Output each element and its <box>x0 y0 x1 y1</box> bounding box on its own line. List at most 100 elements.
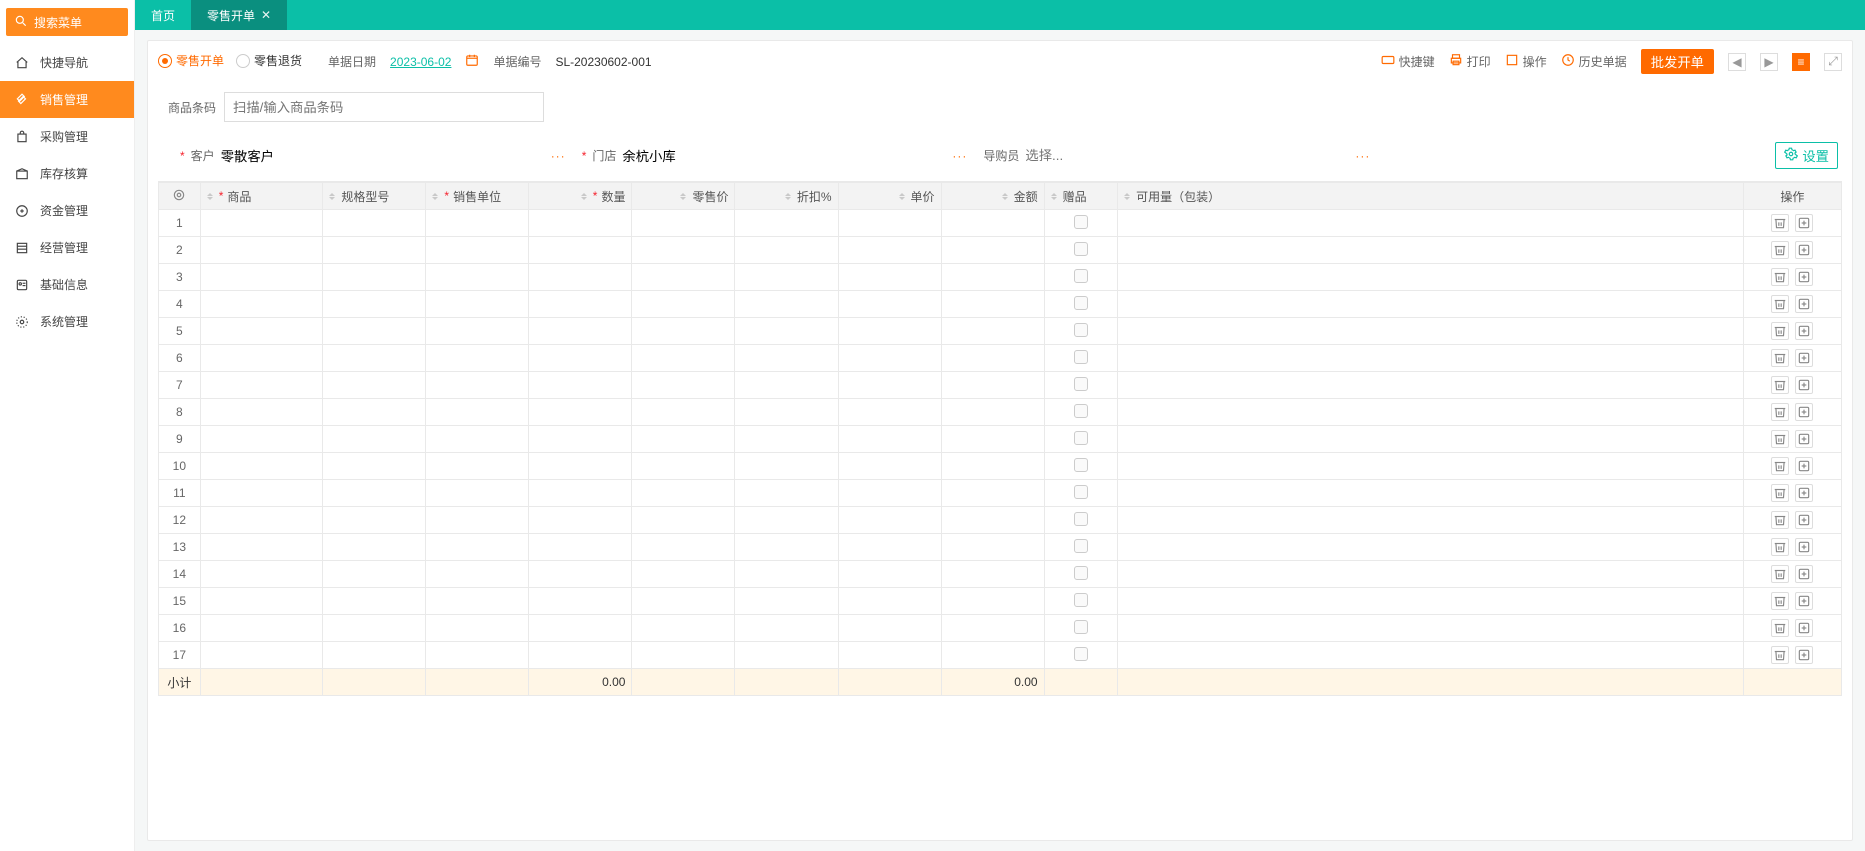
customer-input[interactable] <box>221 148 541 164</box>
cell-price[interactable] <box>632 291 735 318</box>
cell-qty[interactable] <box>529 561 632 588</box>
delete-row-button[interactable] <box>1771 619 1789 637</box>
cell-gift[interactable] <box>1044 237 1118 264</box>
cell-discount[interactable] <box>735 318 838 345</box>
nav-next[interactable]: ▶ <box>1760 53 1778 71</box>
cell-product[interactable] <box>200 615 323 642</box>
cell-qty[interactable] <box>529 480 632 507</box>
cell-amount[interactable] <box>941 642 1044 669</box>
cell-amount[interactable] <box>941 588 1044 615</box>
cell-price[interactable] <box>632 210 735 237</box>
cell-unitprice[interactable] <box>838 588 941 615</box>
delete-row-button[interactable] <box>1771 349 1789 367</box>
cell-unit[interactable] <box>426 480 529 507</box>
add-row-button[interactable] <box>1795 241 1813 259</box>
cell-gift[interactable] <box>1044 318 1118 345</box>
delete-row-button[interactable] <box>1771 268 1789 286</box>
cell-amount[interactable] <box>941 480 1044 507</box>
gift-checkbox[interactable] <box>1074 323 1088 337</box>
table-row[interactable]: 10 <box>159 453 1842 480</box>
cell-avail[interactable] <box>1118 561 1744 588</box>
delete-row-button[interactable] <box>1771 322 1789 340</box>
cell-avail[interactable] <box>1118 453 1744 480</box>
cell-gift[interactable] <box>1044 264 1118 291</box>
cell-spec[interactable] <box>323 345 426 372</box>
cell-qty[interactable] <box>529 615 632 642</box>
sidebar-item-inventory[interactable]: 库存核算 <box>0 155 134 192</box>
cell-product[interactable] <box>200 264 323 291</box>
cell-qty[interactable] <box>529 345 632 372</box>
cell-product[interactable] <box>200 507 323 534</box>
sidebar-item-home[interactable]: 快捷导航 <box>0 44 134 81</box>
store-input[interactable] <box>622 148 942 164</box>
delete-row-button[interactable] <box>1771 538 1789 556</box>
col-qty[interactable]: *数量 <box>529 183 632 210</box>
col-amount[interactable]: 金额 <box>941 183 1044 210</box>
cell-unit[interactable] <box>426 345 529 372</box>
cell-price[interactable] <box>632 399 735 426</box>
tab[interactable]: 零售开单✕ <box>191 0 287 30</box>
table-row[interactable]: 9 <box>159 426 1842 453</box>
customer-selector[interactable]: * 客户 ··· <box>180 147 570 164</box>
cell-avail[interactable] <box>1118 480 1744 507</box>
add-row-button[interactable] <box>1795 484 1813 502</box>
cell-amount[interactable] <box>941 561 1044 588</box>
add-row-button[interactable] <box>1795 457 1813 475</box>
table-row[interactable]: 6 <box>159 345 1842 372</box>
cell-qty[interactable] <box>529 291 632 318</box>
cell-discount[interactable] <box>735 480 838 507</box>
cell-product[interactable] <box>200 345 323 372</box>
cell-spec[interactable] <box>323 264 426 291</box>
cell-unitprice[interactable] <box>838 345 941 372</box>
nav-list[interactable]: ≡ <box>1792 53 1810 71</box>
cell-avail[interactable] <box>1118 345 1744 372</box>
col-gift[interactable]: 赠品 <box>1044 183 1118 210</box>
cell-product[interactable] <box>200 480 323 507</box>
cell-unitprice[interactable] <box>838 561 941 588</box>
cell-product[interactable] <box>200 426 323 453</box>
cell-avail[interactable] <box>1118 399 1744 426</box>
cell-gift[interactable] <box>1044 534 1118 561</box>
cell-spec[interactable] <box>323 372 426 399</box>
sidebar-search[interactable]: 搜索菜单 <box>6 8 128 36</box>
cell-avail[interactable] <box>1118 372 1744 399</box>
cell-product[interactable] <box>200 372 323 399</box>
cell-qty[interactable] <box>529 426 632 453</box>
cell-product[interactable] <box>200 561 323 588</box>
cell-price[interactable] <box>632 588 735 615</box>
cell-gift[interactable] <box>1044 588 1118 615</box>
sidebar-item-basic[interactable]: 基础信息 <box>0 266 134 303</box>
cell-product[interactable] <box>200 642 323 669</box>
calendar-icon[interactable] <box>465 53 479 70</box>
cell-gift[interactable] <box>1044 561 1118 588</box>
cell-gift[interactable] <box>1044 615 1118 642</box>
cell-avail[interactable] <box>1118 588 1744 615</box>
delete-row-button[interactable] <box>1771 295 1789 313</box>
cell-unit[interactable] <box>426 399 529 426</box>
table-row[interactable]: 1 <box>159 210 1842 237</box>
delete-row-button[interactable] <box>1771 646 1789 664</box>
table-row[interactable]: 15 <box>159 588 1842 615</box>
cell-unit[interactable] <box>426 561 529 588</box>
store-selector[interactable]: * 门店 ··· <box>582 147 972 164</box>
gift-checkbox[interactable] <box>1074 539 1088 553</box>
gift-checkbox[interactable] <box>1074 296 1088 310</box>
gift-checkbox[interactable] <box>1074 350 1088 364</box>
delete-row-button[interactable] <box>1771 430 1789 448</box>
cell-spec[interactable] <box>323 237 426 264</box>
cell-amount[interactable] <box>941 372 1044 399</box>
add-row-button[interactable] <box>1795 295 1813 313</box>
delete-row-button[interactable] <box>1771 214 1789 232</box>
cell-unitprice[interactable] <box>838 615 941 642</box>
table-row[interactable]: 12 <box>159 507 1842 534</box>
cell-qty[interactable] <box>529 264 632 291</box>
delete-row-button[interactable] <box>1771 376 1789 394</box>
cell-avail[interactable] <box>1118 237 1744 264</box>
cell-unitprice[interactable] <box>838 318 941 345</box>
sidebar-item-funds[interactable]: 资金管理 <box>0 192 134 229</box>
cell-unit[interactable] <box>426 453 529 480</box>
cell-amount[interactable] <box>941 345 1044 372</box>
cell-discount[interactable] <box>735 507 838 534</box>
cell-unit[interactable] <box>426 264 529 291</box>
cell-discount[interactable] <box>735 210 838 237</box>
